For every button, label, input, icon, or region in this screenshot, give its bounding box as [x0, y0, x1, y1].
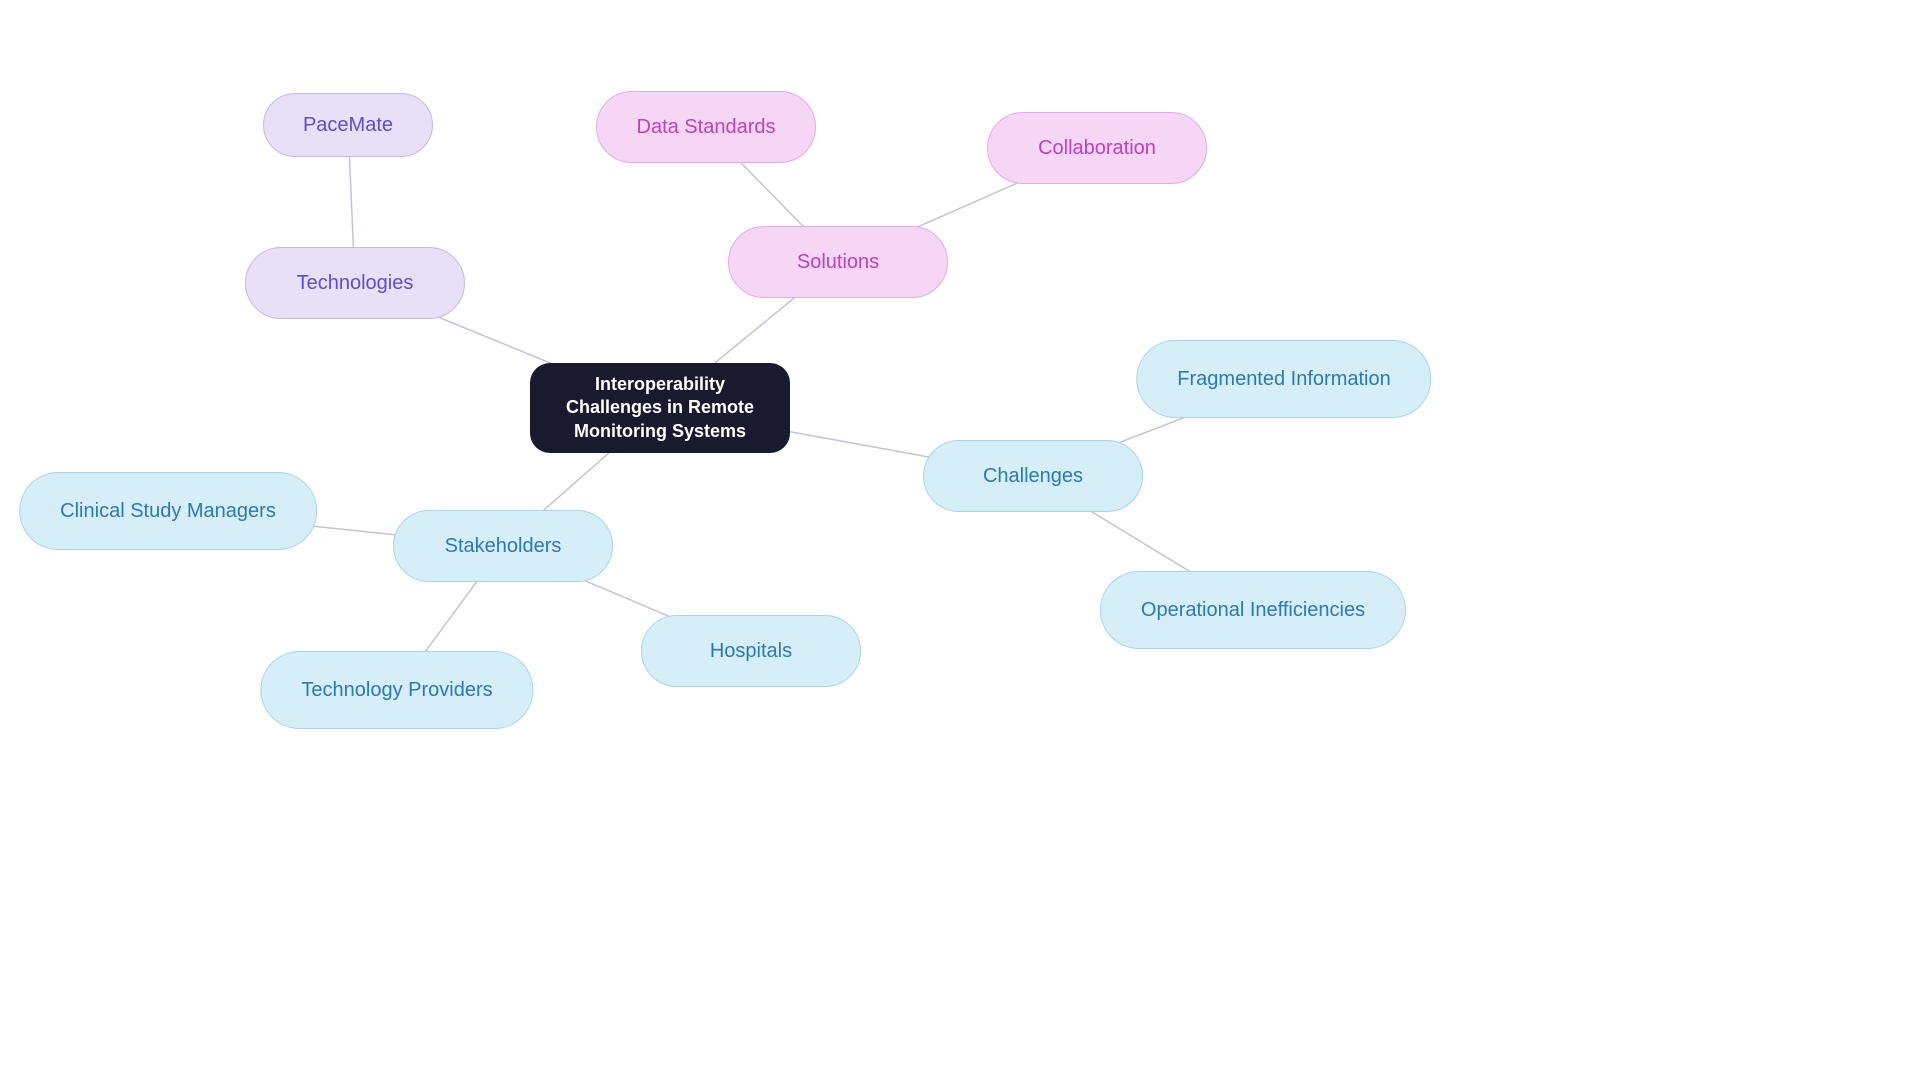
clinical-node[interactable]: Clinical Study Managers — [19, 472, 317, 550]
stakeholders-node[interactable]: Stakeholders — [393, 510, 613, 582]
tech-providers-node[interactable]: Technology Providers — [260, 651, 533, 729]
data-standards-label: Data Standards — [637, 116, 776, 139]
hospitals-label: Hospitals — [710, 640, 792, 663]
data-standards-node[interactable]: Data Standards — [596, 91, 816, 163]
hospitals-node[interactable]: Hospitals — [641, 615, 861, 687]
clinical-label: Clinical Study Managers — [60, 500, 276, 523]
fragmented-label: Fragmented Information — [1177, 368, 1390, 391]
tech-providers-label: Technology Providers — [301, 679, 492, 702]
challenges-node[interactable]: Challenges — [923, 440, 1143, 512]
solutions-node[interactable]: Solutions — [728, 226, 948, 298]
pacemate-node[interactable]: PaceMate — [263, 93, 433, 157]
stakeholders-label: Stakeholders — [445, 535, 562, 558]
challenges-label: Challenges — [983, 465, 1083, 488]
center-node[interactable]: Interoperability Challenges in Remote Mo… — [530, 363, 790, 453]
center-label: Interoperability Challenges in Remote Mo… — [550, 373, 770, 443]
technologies-label: Technologies — [297, 272, 414, 295]
operational-label: Operational Inefficiencies — [1141, 599, 1365, 622]
solutions-label: Solutions — [797, 251, 879, 274]
operational-node[interactable]: Operational Inefficiencies — [1100, 571, 1406, 649]
technologies-node[interactable]: Technologies — [245, 247, 465, 319]
collaboration-label: Collaboration — [1038, 137, 1156, 160]
fragmented-node[interactable]: Fragmented Information — [1136, 340, 1431, 418]
pacemate-label: PaceMate — [303, 114, 393, 137]
collaboration-node[interactable]: Collaboration — [987, 112, 1207, 184]
